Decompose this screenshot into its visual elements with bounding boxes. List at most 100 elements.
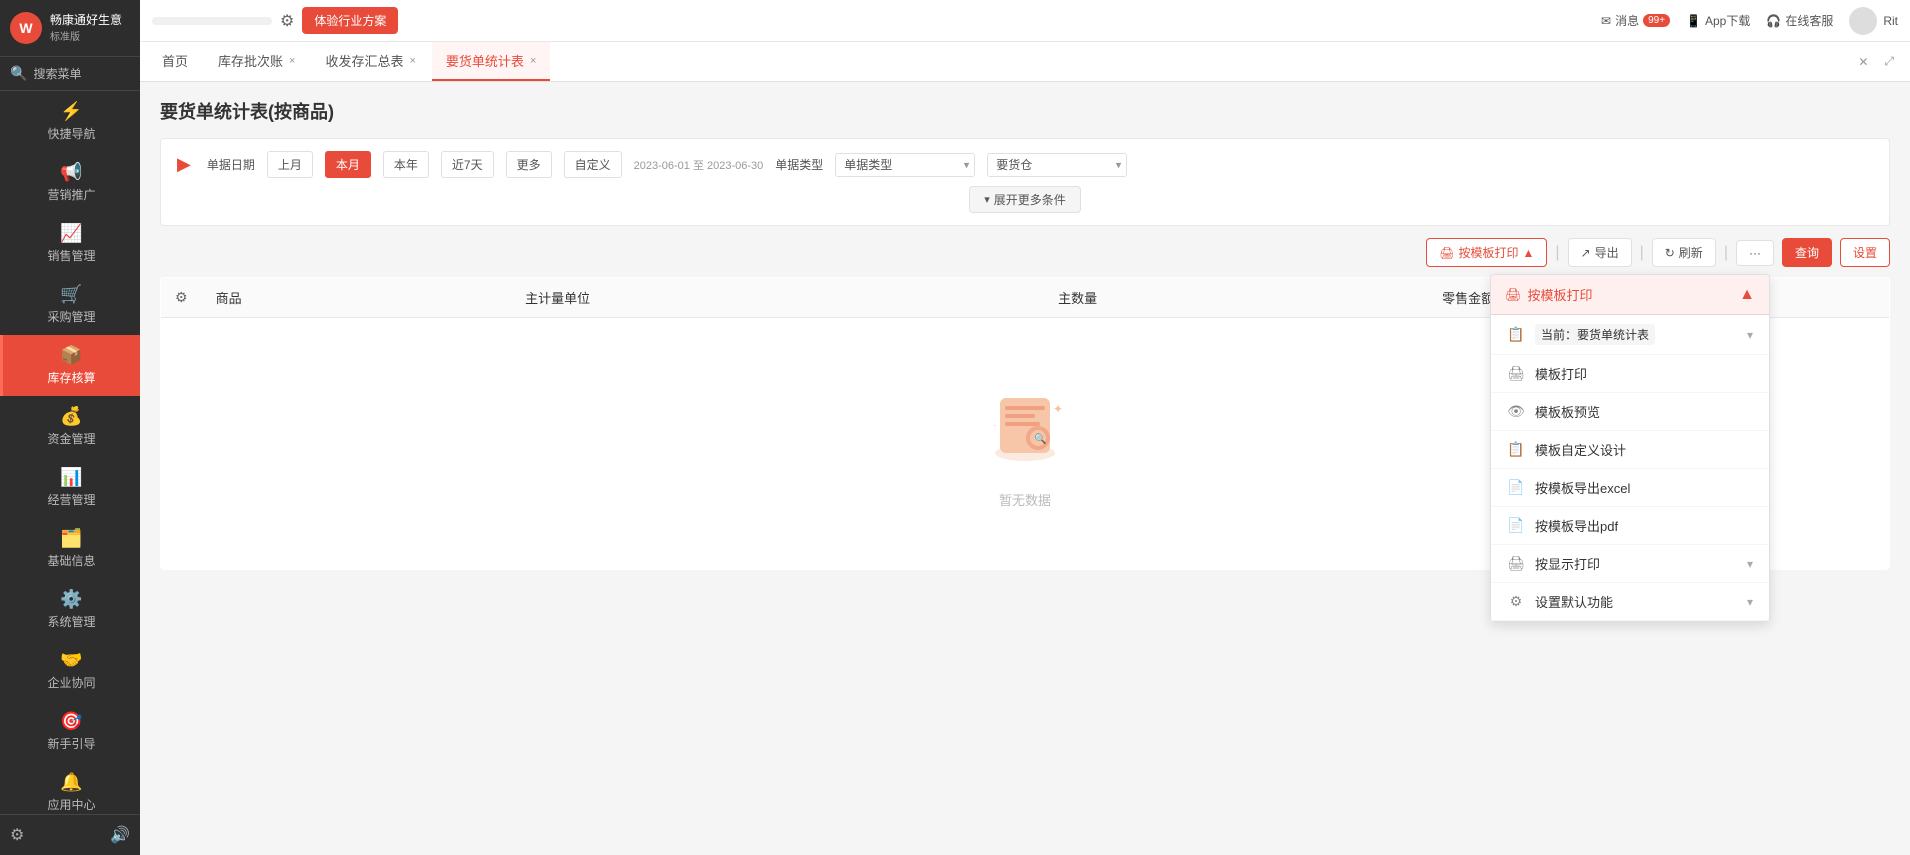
tab-yaohuo-close[interactable]: × — [530, 55, 536, 67]
box-icon: 📦 — [60, 345, 82, 366]
print-btn-wrapper: 🖨 按模板打印 ▲ — [1426, 238, 1547, 267]
filter-expand-button[interactable]: ▾ 展开更多条件 — [969, 186, 1081, 213]
chart-icon: 📈 — [60, 223, 82, 244]
template-preview-label: 模板板预览 — [1535, 402, 1600, 421]
sidebar-item-label: 资金管理 — [47, 430, 95, 447]
bell-icon: 🔔 — [60, 772, 82, 793]
type-select-wrap: 单据类型 — [835, 153, 975, 177]
tab-shoufahuizong[interactable]: 收发存汇总表 × — [311, 42, 429, 81]
sidebar-item-jingying[interactable]: 📊 经营管理 — [0, 457, 140, 518]
category-select[interactable]: 要货仓 — [987, 153, 1127, 177]
current-chevron-icon: ▾ — [1747, 328, 1753, 342]
main-area: ⚙ 体验行业方案 ✉ 消息 99+ 📱 App下载 🎧 在线客服 Rit — [140, 0, 1910, 855]
sidebar-item-jichu[interactable]: 🗂️ 基础信息 — [0, 518, 140, 579]
print-template-button[interactable]: 🖨 按模板打印 ▲ — [1426, 238, 1547, 267]
display-print-item[interactable]: 🖨 按显示打印 ▾ — [1491, 545, 1769, 583]
date-range-display: 2023-06-01 至 2023-06-30 — [634, 157, 764, 173]
date-more-btn[interactable]: 更多 — [506, 151, 552, 178]
print-dropdown-title-text: 按模板打印 — [1528, 285, 1593, 304]
industry-solution-button[interactable]: 体验行业方案 — [302, 7, 398, 34]
export-label: 导出 — [1595, 244, 1619, 261]
sidebar-search-label: 搜索菜单 — [33, 65, 81, 82]
sidebar-item-kuaijie[interactable]: ⚡ 快捷导航 — [0, 91, 140, 152]
message-item[interactable]: ✉ 消息 99+ — [1601, 12, 1670, 29]
user-area[interactable]: Rit — [1849, 7, 1898, 35]
export-button[interactable]: ↗ 导出 — [1568, 238, 1632, 267]
sidebar-search[interactable]: 🔍 搜索菜单 — [0, 57, 140, 91]
svg-text:🔍: 🔍 — [1034, 432, 1046, 445]
sidebar-item-label: 企业协同 — [47, 674, 95, 691]
template-print-label: 模板打印 — [1535, 364, 1587, 383]
speaker-icon[interactable]: 🔊 — [110, 825, 130, 845]
template-print-item[interactable]: 🖨 模板打印 — [1491, 355, 1769, 393]
date-7days-btn[interactable]: 近7天 — [441, 151, 494, 178]
message-badge: 99+ — [1643, 14, 1670, 27]
user-name: Rit — [1883, 14, 1898, 28]
phone-icon: 📱 — [1686, 14, 1701, 28]
refresh-button[interactable]: ↻ 刷新 — [1652, 238, 1716, 267]
table-settings-icon[interactable]: ⚙ — [175, 289, 188, 305]
logo-sub: 标准版 — [50, 28, 122, 43]
app-label: App下载 — [1705, 12, 1750, 29]
tab-close-icon[interactable]: ✕ — [1858, 55, 1868, 69]
print-dropdown-close-icon[interactable]: ▲ — [1739, 286, 1755, 304]
more-button[interactable]: ··· — [1736, 240, 1774, 266]
sidebar-item-caigou[interactable]: 🛒 采购管理 — [0, 274, 140, 335]
col-settings: ⚙ — [161, 278, 202, 318]
sidebar-item-label: 应用中心 — [47, 796, 95, 813]
money-icon: 💰 — [60, 406, 82, 427]
template-pdf-item[interactable]: 📄 按模板导出pdf — [1491, 507, 1769, 545]
filter-expand-arrow[interactable]: ▶ — [177, 154, 191, 175]
settings-footer-icon[interactable]: ⚙ — [10, 825, 24, 845]
empty-illustration: 🔍 ✦ · — [975, 378, 1075, 478]
sidebar-item-xitong[interactable]: ⚙️ 系统管理 — [0, 579, 140, 640]
search-icon: 🔍 — [10, 65, 27, 82]
set-default-item[interactable]: ⚙ 设置默认功能 ▾ — [1491, 583, 1769, 621]
tab-expand-icon[interactable]: ⤢ — [1884, 54, 1894, 69]
sidebar-item-qiye[interactable]: 🤝 企业协同 — [0, 640, 140, 701]
filter-bar: ▶ 单据日期 上月 本月 本年 近7天 更多 自定义 2023-06-01 至 … — [160, 138, 1890, 226]
template-design-item[interactable]: 📋 模板自定义设计 — [1491, 431, 1769, 469]
date-custom-btn[interactable]: 自定义 — [564, 151, 622, 178]
sidebar-item-label: 基础信息 — [47, 552, 95, 569]
print-current-item[interactable]: 📋 当前：要货单统计表 ▾ — [1491, 315, 1769, 355]
gear-icon: ⚙️ — [60, 589, 82, 610]
topbar-gear-icon[interactable]: ⚙ — [280, 11, 294, 31]
sidebar-item-kucun[interactable]: 📦 库存核算 — [0, 335, 140, 396]
topbar-left: ⚙ 体验行业方案 — [152, 7, 398, 34]
app-download-item[interactable]: 📱 App下载 — [1686, 12, 1750, 29]
sidebar-item-label: 采购管理 — [47, 308, 95, 325]
tab-shoufahuizong-close[interactable]: × — [409, 55, 415, 67]
headset-icon: 🎧 — [1766, 14, 1781, 28]
sidebar-item-yingyong[interactable]: 🔔 应用中心 — [0, 762, 140, 814]
type-select[interactable]: 单据类型 — [835, 153, 975, 177]
date-shangyu-btn[interactable]: 上月 — [267, 151, 313, 178]
sidebar-item-zijin[interactable]: 💰 资金管理 — [0, 396, 140, 457]
sidebar-footer: ⚙ 🔊 — [0, 814, 140, 855]
template-preview-item[interactable]: 👁 模板板预览 — [1491, 393, 1769, 431]
date-bennian-btn[interactable]: 本年 — [383, 151, 429, 178]
sidebar-item-xinshou[interactable]: 🎯 新手引导 — [0, 701, 140, 762]
current-template-label: 当前：要货单统计表 — [1535, 324, 1655, 345]
service-item[interactable]: 🎧 在线客服 — [1766, 12, 1833, 29]
service-label: 在线客服 — [1785, 12, 1833, 29]
tab-kucunpizhangs-close[interactable]: × — [289, 55, 295, 67]
date-benyue-btn[interactable]: 本月 — [325, 151, 371, 178]
query-button[interactable]: 查询 — [1782, 238, 1832, 267]
template-excel-item[interactable]: 📄 按模板导出excel — [1491, 469, 1769, 507]
sidebar-item-xiaoshou[interactable]: 📈 销售管理 — [0, 213, 140, 274]
barchart-icon: 📊 — [60, 467, 82, 488]
sidebar-item-yingxiao[interactable]: 📢 营销推广 — [0, 152, 140, 213]
type-filter-label: 单据类型 — [775, 156, 823, 173]
tab-kucunpizhangs[interactable]: 库存批次账 × — [204, 42, 309, 81]
topbar-search-box[interactable] — [152, 17, 272, 25]
sidebar-item-label: 快捷导航 — [47, 125, 95, 142]
settings-button[interactable]: 设置 — [1840, 238, 1890, 267]
default-gear-icon: ⚙ — [1507, 593, 1525, 610]
tab-yaohuo[interactable]: 要货单统计表 × — [432, 42, 550, 81]
sidebar: W 畅康通好生意 标准版 🔍 搜索菜单 ⚡ 快捷导航 📢 营销推广 📈 销售管理… — [0, 0, 140, 855]
tab-home[interactable]: 首页 — [148, 42, 202, 81]
display-print-arrow: ▾ — [1747, 557, 1753, 571]
set-default-arrow: ▾ — [1747, 595, 1753, 609]
print-dropdown-section: 📋 当前：要货单统计表 ▾ 🖨 模板打印 👁 模板板预览 — [1491, 315, 1769, 621]
